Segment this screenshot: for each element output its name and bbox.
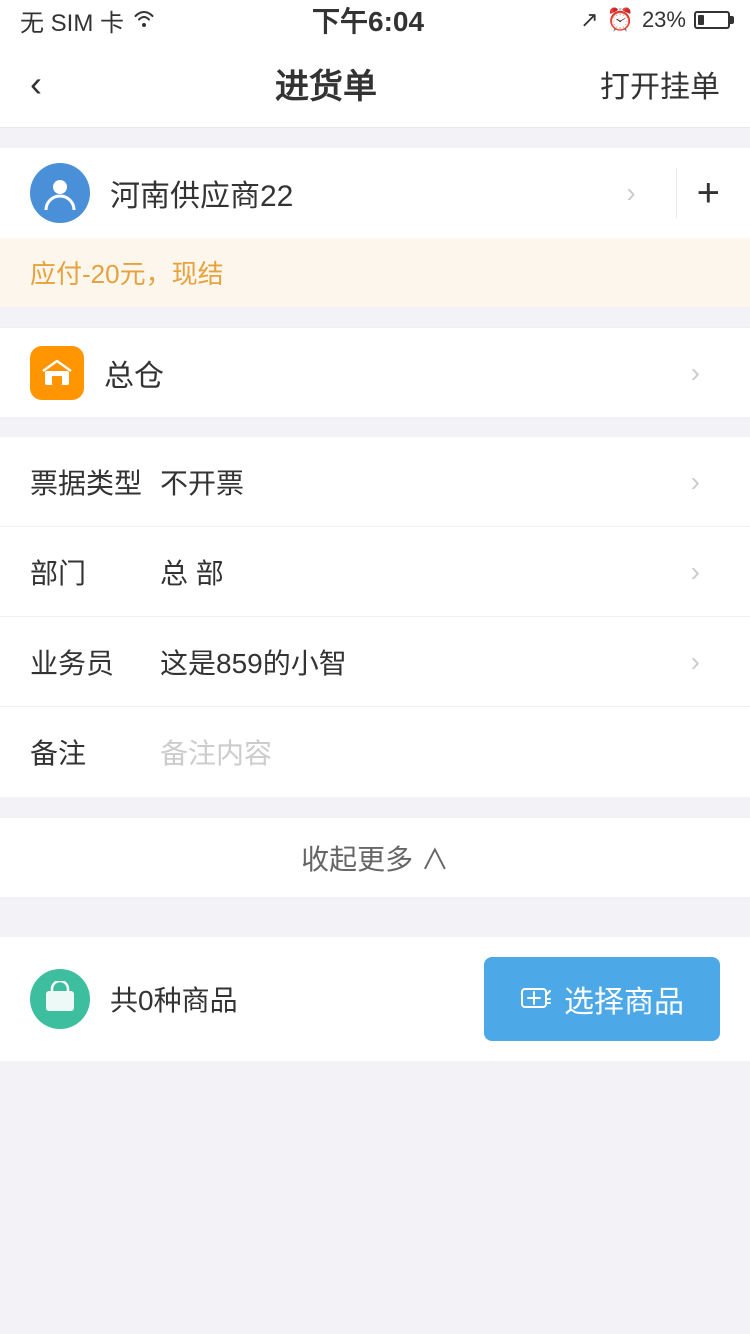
salesman-value: 这是859的小智 bbox=[160, 642, 691, 682]
dept-row[interactable]: 部门 总 部 › bbox=[0, 527, 750, 617]
invoice-value: 不开票 bbox=[160, 462, 691, 502]
warehouse-row[interactable]: 总仓 › bbox=[0, 327, 750, 417]
invoice-row[interactable]: 票据类型 不开票 › bbox=[0, 437, 750, 527]
warehouse-name: 总仓 bbox=[104, 351, 691, 395]
status-left: 无 SIM 卡 bbox=[20, 3, 156, 38]
dept-label: 部门 bbox=[30, 552, 160, 592]
select-product-button[interactable]: 选择商品 bbox=[484, 957, 720, 1041]
supplier-chevron-icon: › bbox=[626, 177, 635, 209]
supplier-name: 河南供应商22 bbox=[110, 171, 626, 215]
note-label: 备注 bbox=[30, 732, 160, 772]
open-pending-button[interactable]: 打开挂单 bbox=[600, 62, 720, 106]
supplier-avatar bbox=[30, 163, 90, 223]
product-icon bbox=[30, 969, 90, 1029]
invoice-chevron-icon: › bbox=[691, 466, 700, 498]
section-gap-2 bbox=[0, 307, 750, 327]
status-bar: 无 SIM 卡 下午6:04 ↗ ⏰ 23% bbox=[0, 0, 750, 40]
add-supplier-button[interactable]: + bbox=[697, 171, 720, 216]
carrier-label: 无 SIM 卡 bbox=[20, 3, 124, 38]
select-product-icon bbox=[520, 983, 552, 1015]
warehouse-chevron-icon: › bbox=[691, 357, 700, 389]
invoice-label: 票据类型 bbox=[30, 462, 160, 502]
supplier-section: 河南供应商22 › + 应付-20元，现结 bbox=[0, 148, 750, 307]
product-count: 共0种商品 bbox=[110, 979, 464, 1019]
alarm-icon: ⏰ bbox=[607, 7, 634, 33]
collapse-button[interactable]: 收起更多 ∧ bbox=[0, 817, 750, 897]
note-placeholder: 备注内容 bbox=[160, 732, 720, 772]
salesman-chevron-icon: › bbox=[691, 646, 700, 678]
form-section: 票据类型 不开票 › 部门 总 部 › 业务员 这是859的小智 › 备注 备注… bbox=[0, 437, 750, 797]
supplier-divider bbox=[676, 168, 677, 218]
salesman-label: 业务员 bbox=[30, 642, 160, 682]
collapse-label: 收起更多 ∧ bbox=[301, 838, 449, 878]
dept-value: 总 部 bbox=[160, 552, 691, 592]
battery-percent: 23% bbox=[642, 7, 686, 33]
section-gap-1 bbox=[0, 128, 750, 148]
notice-text: 应付-20元，现结 bbox=[30, 259, 224, 289]
notice-bar: 应付-20元，现结 bbox=[0, 238, 750, 307]
nav-title: 进货单 bbox=[275, 59, 377, 108]
section-gap-3 bbox=[0, 897, 750, 917]
wifi-icon bbox=[132, 6, 156, 34]
select-product-label: 选择商品 bbox=[564, 977, 684, 1021]
status-right: ↗ ⏰ 23% bbox=[580, 7, 730, 33]
nav-bar: ‹ 进货单 打开挂单 bbox=[0, 40, 750, 128]
salesman-row[interactable]: 业务员 这是859的小智 › bbox=[0, 617, 750, 707]
battery-icon bbox=[694, 11, 730, 29]
warehouse-section: 总仓 › bbox=[0, 327, 750, 417]
warehouse-icon bbox=[30, 346, 84, 400]
supplier-row[interactable]: 河南供应商22 › + bbox=[0, 148, 750, 238]
dept-chevron-icon: › bbox=[691, 556, 700, 588]
back-button[interactable]: ‹ bbox=[30, 53, 52, 115]
note-row[interactable]: 备注 备注内容 bbox=[0, 707, 750, 797]
bottom-bar: 共0种商品 选择商品 bbox=[0, 937, 750, 1061]
status-time: 下午6:04 bbox=[312, 0, 424, 40]
location-icon: ↗ bbox=[580, 7, 598, 33]
